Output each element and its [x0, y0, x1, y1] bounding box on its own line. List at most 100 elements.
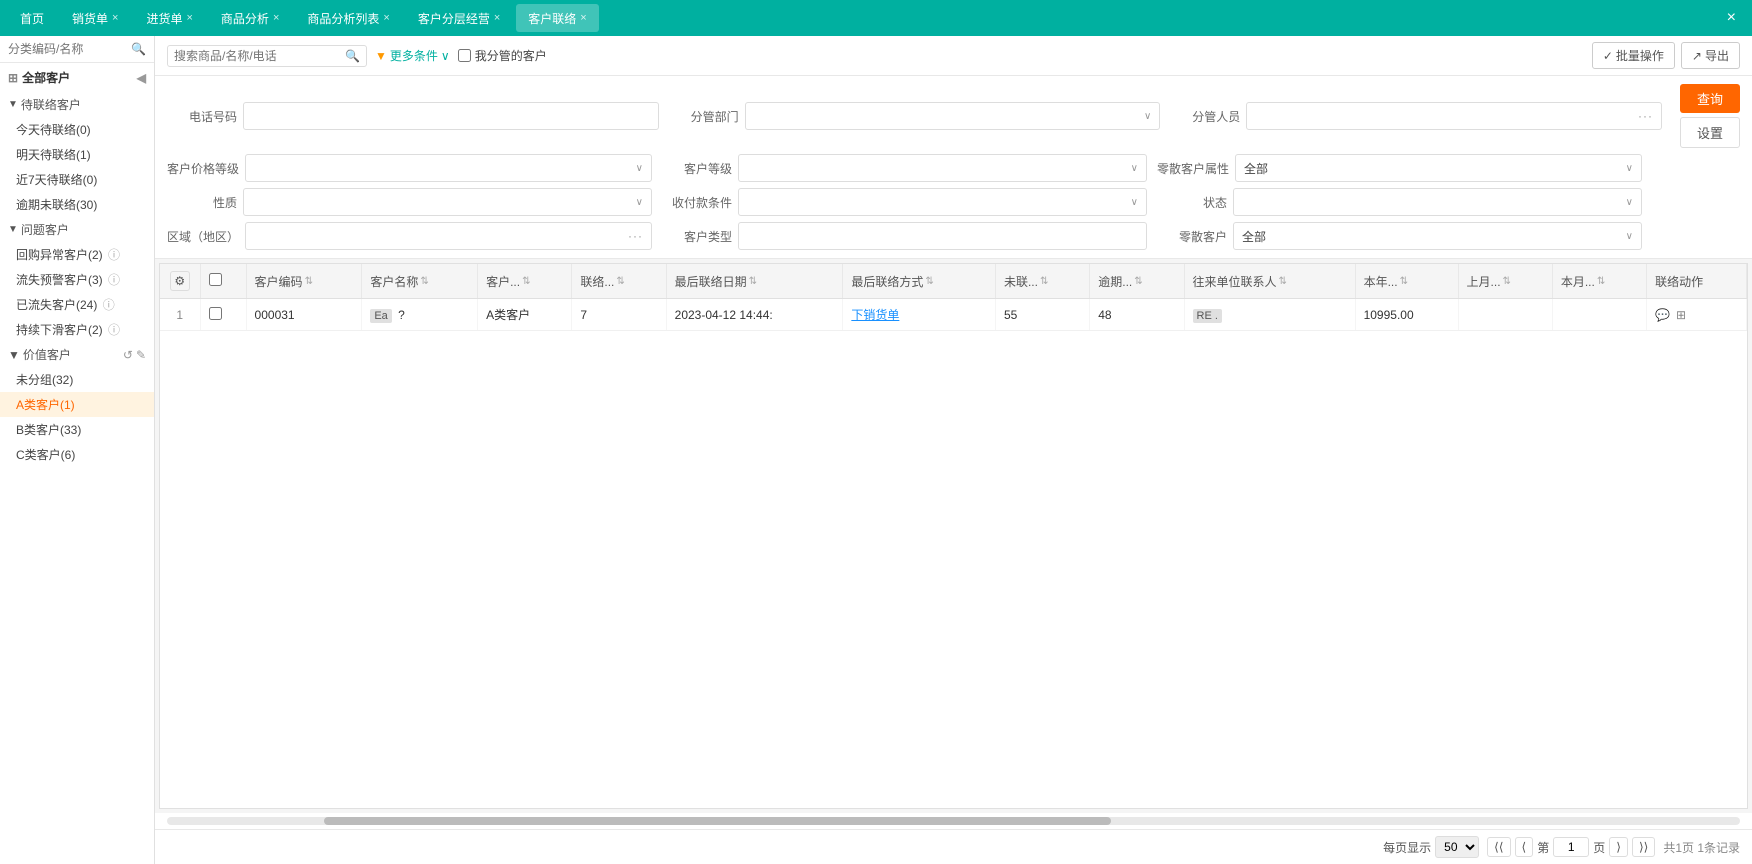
table-settings-icon[interactable]: ⚙: [170, 271, 190, 291]
customer-type-input[interactable]: [738, 222, 1147, 250]
payment-select[interactable]: ∨: [738, 188, 1147, 216]
main-search-icon[interactable]: 🔍: [345, 49, 360, 63]
th-this-year[interactable]: 本年... ⇅: [1355, 264, 1458, 299]
batch-operation-btn[interactable]: ✓ 批量操作: [1592, 42, 1675, 69]
data-table-container: ⚙ 客户编码 ⇅ 客户名称: [159, 263, 1748, 809]
sidebar-item-7days[interactable]: 近7天待联络(0): [0, 167, 154, 192]
nav-product-analysis[interactable]: 商品分析 ×: [209, 4, 291, 32]
sort-type[interactable]: ⇅: [522, 276, 530, 287]
th-name[interactable]: 客户名称 ⇅: [362, 264, 478, 299]
region-label: 区域（地区）: [167, 228, 239, 245]
edit-icon[interactable]: ✎: [136, 348, 146, 362]
horizontal-scrollbar-thumb[interactable]: [324, 817, 1111, 825]
sort-last-month[interactable]: ⇅: [1503, 276, 1511, 287]
sidebar-item-overdue[interactable]: 逾期未联络(30): [0, 192, 154, 217]
sidebar-item-class-c[interactable]: C类客户(6): [0, 442, 154, 467]
td-contact-count: 7: [572, 299, 666, 331]
price-level-select[interactable]: ∨: [245, 154, 652, 182]
row-checkbox[interactable]: [209, 307, 222, 320]
sidebar-item-churned[interactable]: 已流失客户(24) ⓘ: [0, 292, 154, 317]
phone-input[interactable]: [243, 102, 659, 130]
sidebar-search-icon[interactable]: 🔍: [131, 42, 146, 56]
sort-last-method[interactable]: ⇅: [925, 276, 933, 287]
sort-liaison[interactable]: ⇅: [1279, 276, 1287, 287]
th-uncontact[interactable]: 未联... ⇅: [995, 264, 1089, 299]
my-customers-checkbox[interactable]: [458, 49, 471, 62]
nav-product-analysis-list[interactable]: 商品分析列表 ×: [295, 4, 401, 32]
sort-overdue[interactable]: ⇅: [1134, 276, 1142, 287]
th-last-method[interactable]: 最后联络方式 ⇅: [843, 264, 996, 299]
retail-customer-select[interactable]: 全部∨: [1233, 222, 1642, 250]
horizontal-scrollbar-track[interactable]: [167, 817, 1740, 825]
message-icon[interactable]: 💬: [1655, 308, 1670, 322]
close-purchase-order[interactable]: ×: [186, 12, 192, 24]
th-contact-count[interactable]: 联络... ⇅: [572, 264, 666, 299]
sort-name[interactable]: ⇅: [420, 276, 428, 287]
sort-this-month[interactable]: ⇅: [1597, 276, 1605, 287]
th-last-month[interactable]: 上月... ⇅: [1458, 264, 1552, 299]
sidebar-item-churn-warning[interactable]: 流失预警客户(3) ⓘ: [0, 267, 154, 292]
close-product-analysis-list[interactable]: ×: [383, 12, 389, 24]
th-this-month[interactable]: 本月... ⇅: [1552, 264, 1646, 299]
sort-this-year[interactable]: ⇅: [1400, 276, 1408, 287]
status-select[interactable]: ∨: [1233, 188, 1642, 216]
sidebar-search-input[interactable]: [8, 42, 127, 56]
customer-type-label: 客户类型: [662, 228, 732, 245]
top-nav: 首页 销货单 × 进货单 × 商品分析 × 商品分析列表 × 客户分层经营 × …: [0, 0, 1752, 36]
nav-purchase-order[interactable]: 进货单 ×: [134, 4, 204, 32]
nav-home[interactable]: 首页: [8, 4, 56, 32]
sort-contact[interactable]: ⇅: [616, 276, 624, 287]
retail-attr-select[interactable]: 全部∨: [1235, 154, 1642, 182]
filter-payment: 收付款条件 ∨: [662, 188, 1147, 216]
th-code[interactable]: 客户编码 ⇅: [246, 264, 362, 299]
close-sales-order[interactable]: ×: [112, 12, 118, 24]
close-customer-segment[interactable]: ×: [494, 12, 500, 24]
page-size-select[interactable]: 50: [1435, 836, 1479, 858]
th-last-date[interactable]: 最后联络日期 ⇅: [666, 264, 843, 299]
nav-customer-segment[interactable]: 客户分层经营 ×: [406, 4, 512, 32]
close-product-analysis[interactable]: ×: [273, 12, 279, 24]
region-input[interactable]: ···: [245, 222, 652, 250]
nature-select[interactable]: ∨: [243, 188, 652, 216]
sidebar-item-tomorrow[interactable]: 明天待联络(1): [0, 142, 154, 167]
qr-icon[interactable]: ⊞: [1676, 308, 1686, 322]
refresh-icon[interactable]: ↺: [123, 348, 133, 362]
dept-select[interactable]: ∨: [745, 102, 1161, 130]
sidebar-item-class-a[interactable]: A类客户(1): [0, 392, 154, 417]
nav-customer-contact[interactable]: 客户联络 ×: [516, 4, 598, 32]
export-btn[interactable]: ↗ 导出: [1681, 42, 1740, 69]
sidebar-item-declining[interactable]: 持续下滑客户(2) ⓘ: [0, 317, 154, 342]
horizontal-scroll-area: [155, 813, 1752, 829]
th-overdue[interactable]: 逾期... ⇅: [1090, 264, 1184, 299]
sidebar-item-unclassified[interactable]: 未分组(32): [0, 367, 154, 392]
close-customer-contact[interactable]: ×: [580, 12, 586, 24]
sort-uncontact[interactable]: ⇅: [1040, 276, 1048, 287]
th-liaison[interactable]: 往来单位联系人 ⇅: [1184, 264, 1355, 299]
sidebar-item-repurchase[interactable]: 回购异常客户(2) ⓘ: [0, 242, 154, 267]
settings-btn[interactable]: 设置: [1680, 117, 1740, 148]
first-page-btn[interactable]: ⟨⟨: [1487, 837, 1510, 857]
th-cust-type[interactable]: 客户... ⇅: [478, 264, 572, 299]
select-all-checkbox[interactable]: [209, 273, 222, 286]
query-btn[interactable]: 查询: [1680, 84, 1740, 113]
main-search-input[interactable]: [174, 49, 341, 63]
nav-sales-order[interactable]: 销货单 ×: [60, 4, 130, 32]
prev-page-btn[interactable]: ⟨: [1515, 837, 1534, 857]
sidebar-item-class-b[interactable]: B类客户(33): [0, 417, 154, 442]
next-page-btn[interactable]: ⟩: [1609, 837, 1628, 857]
sidebar-item-today[interactable]: 今天待联络(0): [0, 117, 154, 142]
customer-level-select[interactable]: ∨: [738, 154, 1147, 182]
more-filters-btn[interactable]: ▼ 更多条件 ∨: [375, 47, 450, 64]
close-all-tabs[interactable]: ×: [1719, 9, 1744, 27]
problem-customer-section[interactable]: ▼ 问题客户: [0, 217, 154, 242]
sidebar-collapse-btn[interactable]: ◀: [137, 71, 146, 85]
td-last-method[interactable]: 下销货单: [843, 299, 996, 331]
sort-code[interactable]: ⇅: [305, 276, 313, 287]
last-page-btn[interactable]: ⟩⟩: [1632, 837, 1655, 857]
pending-contact-section[interactable]: ▼ 待联络客户: [0, 92, 154, 117]
table-row: 1 000031 Ea ? A类客户 7 2023-04-12 14:44: 下…: [160, 299, 1747, 331]
person-input[interactable]: ···: [1246, 102, 1662, 130]
sort-last-date[interactable]: ⇅: [749, 276, 757, 287]
value-arrow[interactable]: ▼: [8, 348, 20, 362]
page-number-input[interactable]: [1553, 837, 1589, 857]
